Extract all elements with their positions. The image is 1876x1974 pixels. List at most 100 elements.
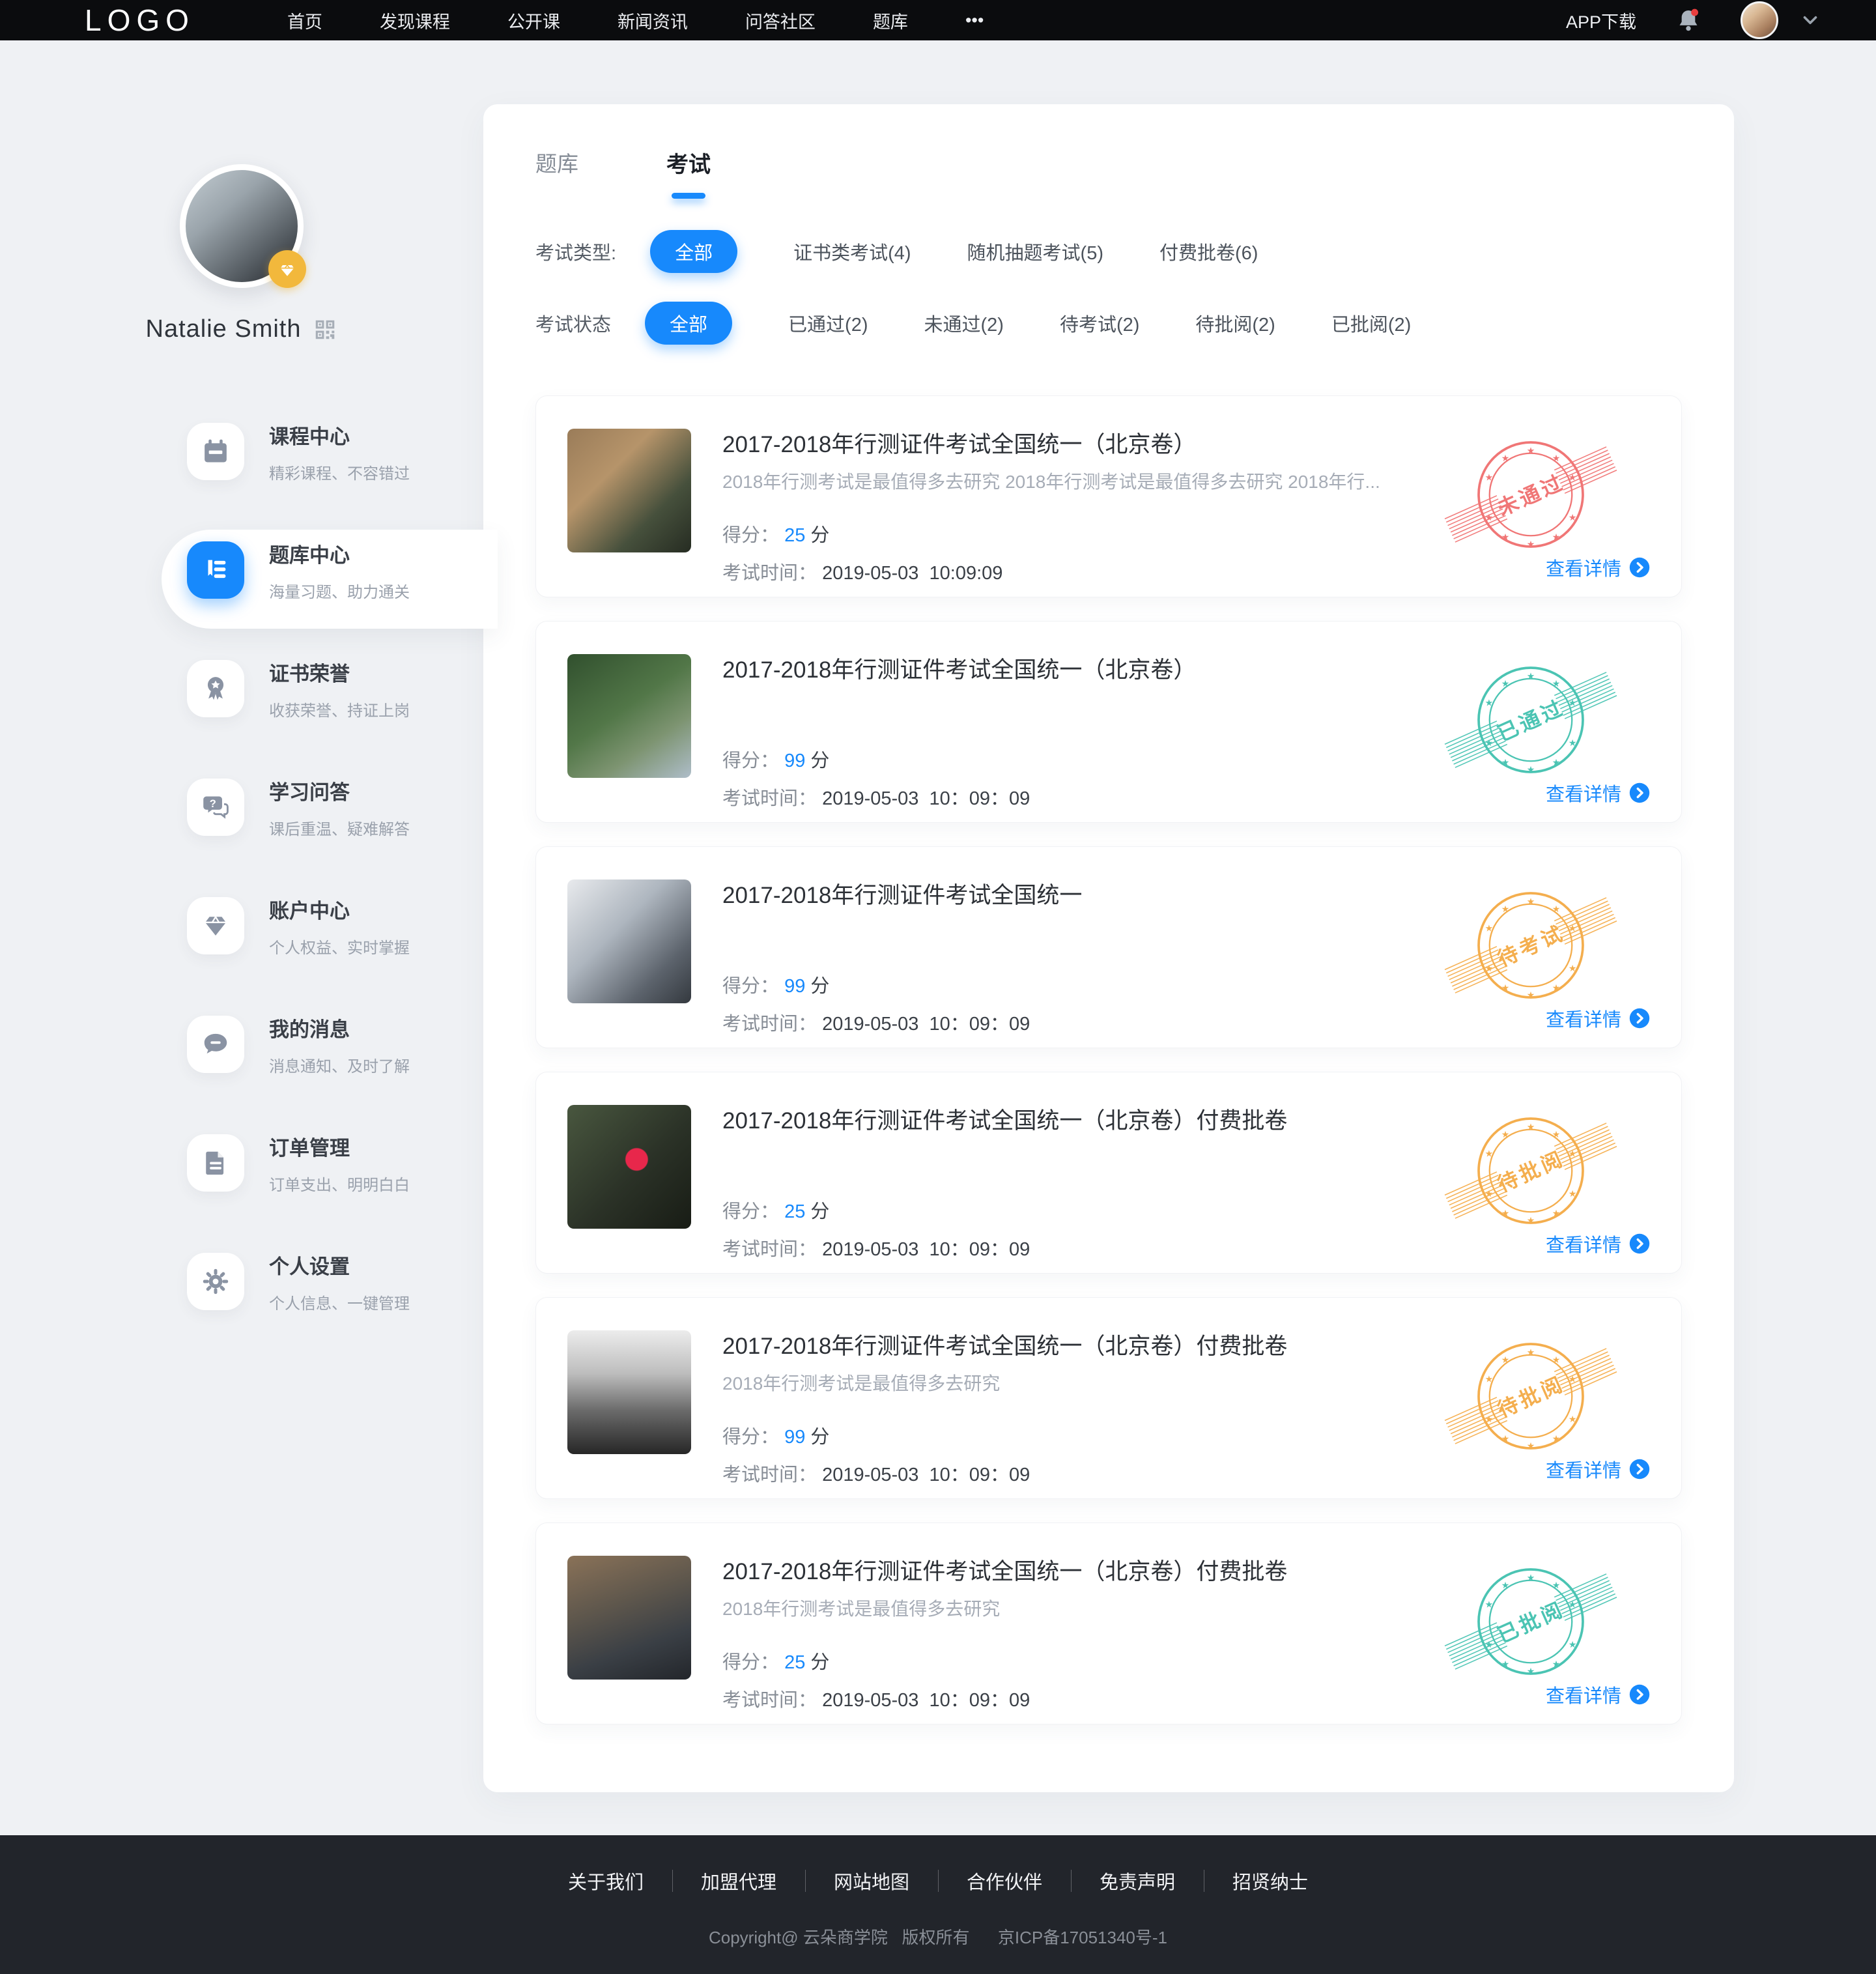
view-detail-link[interactable]: 查看详情 — [1546, 554, 1650, 581]
sidebar-menu: 课程中心 精彩课程、不容错过 题库中心 海量习题、助力通关 证书荣誉 收获荣誉、… — [0, 423, 498, 1331]
score-label: 得分： — [722, 751, 780, 771]
filter-option[interactable]: 全部 — [650, 230, 738, 273]
footer-link[interactable]: 关于我们 — [539, 1867, 672, 1895]
filters: 考试类型: 全部 证书类考试(4) 随机抽题考试(5) 付费批卷(6) 考试状态… — [535, 230, 1682, 345]
sidebar-item-title: 证书荣誉 — [269, 663, 350, 685]
svg-text:★: ★ — [1485, 1149, 1494, 1159]
app-download-link[interactable]: APP下载 — [1566, 8, 1636, 33]
svg-text:?: ? — [210, 798, 216, 810]
exam-card[interactable]: 2017-2018年行测证件考试全国统一（北京卷） 得分： 99 分 考试时间：… — [535, 621, 1682, 823]
exam-card[interactable]: 2017-2018年行测证件考试全国统一（北京卷）付费批卷 得分： 25 分 考… — [535, 1072, 1682, 1274]
nav-item[interactable]: 发现课程 — [380, 8, 450, 33]
sidebar-item-subtitle: 精彩课程、不容错过 — [269, 465, 410, 483]
filter-option[interactable]: 付费批卷(6) — [1159, 230, 1258, 273]
sidebar-menu-item[interactable]: 账户中心 个人权益、实时掌握 — [0, 897, 483, 975]
filter-option[interactable]: 证书类考试(4) — [793, 230, 911, 273]
svg-text:★: ★ — [1501, 532, 1510, 542]
sidebar-item-text: 账户中心 个人权益、实时掌握 — [269, 897, 410, 958]
exam-thumbnail — [567, 429, 691, 552]
nav-item[interactable]: 公开课 — [507, 8, 560, 33]
nav-item[interactable]: ••• — [965, 10, 984, 31]
filter-option[interactable]: 待考试(2) — [1060, 302, 1139, 345]
time-row: 考试时间： 2019-05-03 10：09：09 — [722, 1234, 1030, 1261]
sidebar-menu-item[interactable]: 我的消息 消息通知、及时了解 — [0, 1016, 483, 1094]
exam-card-body: 2017-2018年行测证件考试全国统一（北京卷）付费批卷 2018年行测考试是… — [722, 1326, 1650, 1485]
filter-row-exam-type: 考试类型: 全部 证书类考试(4) 随机抽题考试(5) 付费批卷(6) — [535, 230, 1682, 273]
svg-text:★: ★ — [1501, 904, 1510, 914]
filter-row-exam-status: 考试状态 全部 已通过(2) 未通过(2) 待考试(2) 待批阅(2) 已批阅(… — [535, 302, 1682, 345]
filter-options: 全部 证书类考试(4) 随机抽题考试(5) 付费批卷(6) — [650, 230, 1258, 273]
score-suffix: 分 — [810, 751, 830, 771]
sidebar-menu-item[interactable]: ? 学习问答 课后重温、疑难解答 — [0, 779, 483, 857]
svg-text:★: ★ — [1527, 1666, 1535, 1676]
exam-card[interactable]: 2017-2018年行测证件考试全国统一（北京卷）付费批卷 2018年行测考试是… — [535, 1523, 1682, 1724]
exam-panel: 题库 考试 考试类型: 全部 证书类考试(4) 随机抽题考试(5) 付费批卷(6… — [483, 104, 1734, 1792]
svg-text:★: ★ — [1552, 757, 1561, 767]
time-row: 考试时间： 2019-05-03 10：09：09 — [722, 1685, 1030, 1712]
exam-description: 2018年行测考试是最值得多去研究 — [722, 1373, 1001, 1394]
exam-card[interactable]: 2017-2018年行测证件考试全国统一（北京卷）付费批卷 2018年行测考试是… — [535, 1297, 1682, 1499]
sidebar-item-text: 课程中心 精彩课程、不容错过 — [269, 423, 410, 483]
exam-card[interactable]: 2017-2018年行测证件考试全国统一 得分： 99 分 考试时间： 2019… — [535, 846, 1682, 1048]
tab[interactable]: 题库 — [535, 147, 578, 199]
score-row: 得分： 25 分 — [722, 1196, 829, 1223]
footer-link[interactable]: 合作伙伴 — [938, 1867, 1071, 1895]
notification-bell-icon[interactable] — [1674, 6, 1703, 35]
view-detail-link[interactable]: 查看详情 — [1546, 779, 1650, 807]
logo[interactable]: LOGO — [85, 3, 195, 38]
sidebar-menu-item[interactable]: 订单管理 订单支出、明明白白 — [0, 1134, 483, 1212]
score-value: 25 — [784, 525, 806, 546]
filter-option[interactable]: 待批阅(2) — [1195, 302, 1275, 345]
score-value: 99 — [784, 1427, 806, 1448]
view-detail-link[interactable]: 查看详情 — [1546, 1681, 1650, 1708]
sidebar-item-icon — [187, 1016, 244, 1073]
sidebar-menu-item[interactable]: 个人设置 个人信息、一键管理 — [0, 1253, 483, 1331]
exam-card[interactable]: 2017-2018年行测证件考试全国统一（北京卷） 2018年行测考试是最值得多… — [535, 395, 1682, 597]
exam-description: 2018年行测考试是最值得多去研究 — [722, 1599, 1001, 1619]
nav-right: APP下载 — [1566, 1, 1821, 39]
profile-avatar[interactable] — [180, 164, 306, 288]
nav-item[interactable]: 首页 — [287, 8, 322, 33]
filter-option[interactable]: 已批阅(2) — [1331, 302, 1411, 345]
nav-item[interactable]: 题库 — [873, 8, 908, 33]
arrow-circle-icon — [1629, 1684, 1650, 1705]
footer-link[interactable]: 网站地图 — [804, 1867, 938, 1895]
view-detail-link[interactable]: 查看详情 — [1546, 1005, 1650, 1032]
nav-item[interactable]: 问答社区 — [745, 8, 816, 33]
exam-time-label: 考试时间： — [722, 1239, 817, 1260]
svg-text:★: ★ — [1569, 1414, 1577, 1424]
name-row: Natalie Smith — [146, 315, 338, 343]
exam-card-body: 2017-2018年行测证件考试全国统一（北京卷）付费批卷 2018年行测考试是… — [722, 1552, 1650, 1711]
status-stamp: ★ ★ ★ ★ ★ ★ ★ ★ ★ ★ — [1444, 892, 1617, 1000]
filter-option[interactable]: 全部 — [645, 302, 733, 345]
sidebar-menu-item[interactable]: 证书荣誉 收获荣誉、持证上岗 — [0, 660, 483, 738]
status-stamp: ★ ★ ★ ★ ★ ★ ★ ★ ★ ★ — [1444, 1343, 1617, 1451]
view-detail-link[interactable]: 查看详情 — [1546, 1230, 1650, 1257]
tab-active-underline — [672, 193, 705, 199]
footer-link[interactable]: 加盟代理 — [672, 1867, 805, 1895]
exam-title: 2017-2018年行测证件考试全国统一（北京卷）付费批卷 — [722, 1108, 1288, 1134]
qr-code-icon[interactable] — [313, 317, 337, 342]
svg-text:★: ★ — [1501, 1433, 1510, 1444]
chevron-down-icon[interactable] — [1799, 9, 1821, 31]
tab[interactable]: 考试 — [666, 147, 711, 199]
score-suffix: 分 — [810, 1427, 830, 1448]
score-suffix: 分 — [810, 525, 830, 546]
arrow-circle-icon — [1629, 557, 1650, 578]
exam-time-value: 2019-05-03 10：09：09 — [822, 1239, 1030, 1260]
footer-link[interactable]: 免责声明 — [1071, 1867, 1204, 1895]
filter-option[interactable]: 已通过(2) — [788, 302, 868, 345]
sidebar-item-subtitle: 收获荣誉、持证上岗 — [269, 702, 410, 720]
sidebar-item-icon: ? — [187, 779, 244, 836]
user-name: Natalie Smith — [145, 315, 302, 343]
sidebar-menu-item[interactable]: 课程中心 精彩课程、不容错过 — [0, 423, 483, 501]
view-detail-link[interactable]: 查看详情 — [1546, 1455, 1650, 1483]
user-avatar[interactable] — [1741, 1, 1778, 39]
filter-option[interactable]: 未通过(2) — [924, 302, 1003, 345]
svg-text:★: ★ — [1485, 1374, 1494, 1384]
view-detail-label: 查看详情 — [1545, 1010, 1621, 1031]
nav-item[interactable]: 新闻资讯 — [618, 8, 688, 33]
sidebar-menu-item[interactable]: 题库中心 海量习题、助力通关 — [0, 530, 498, 629]
filter-option[interactable]: 随机抽题考试(5) — [967, 230, 1103, 273]
footer-link[interactable]: 招贤纳士 — [1204, 1867, 1337, 1895]
